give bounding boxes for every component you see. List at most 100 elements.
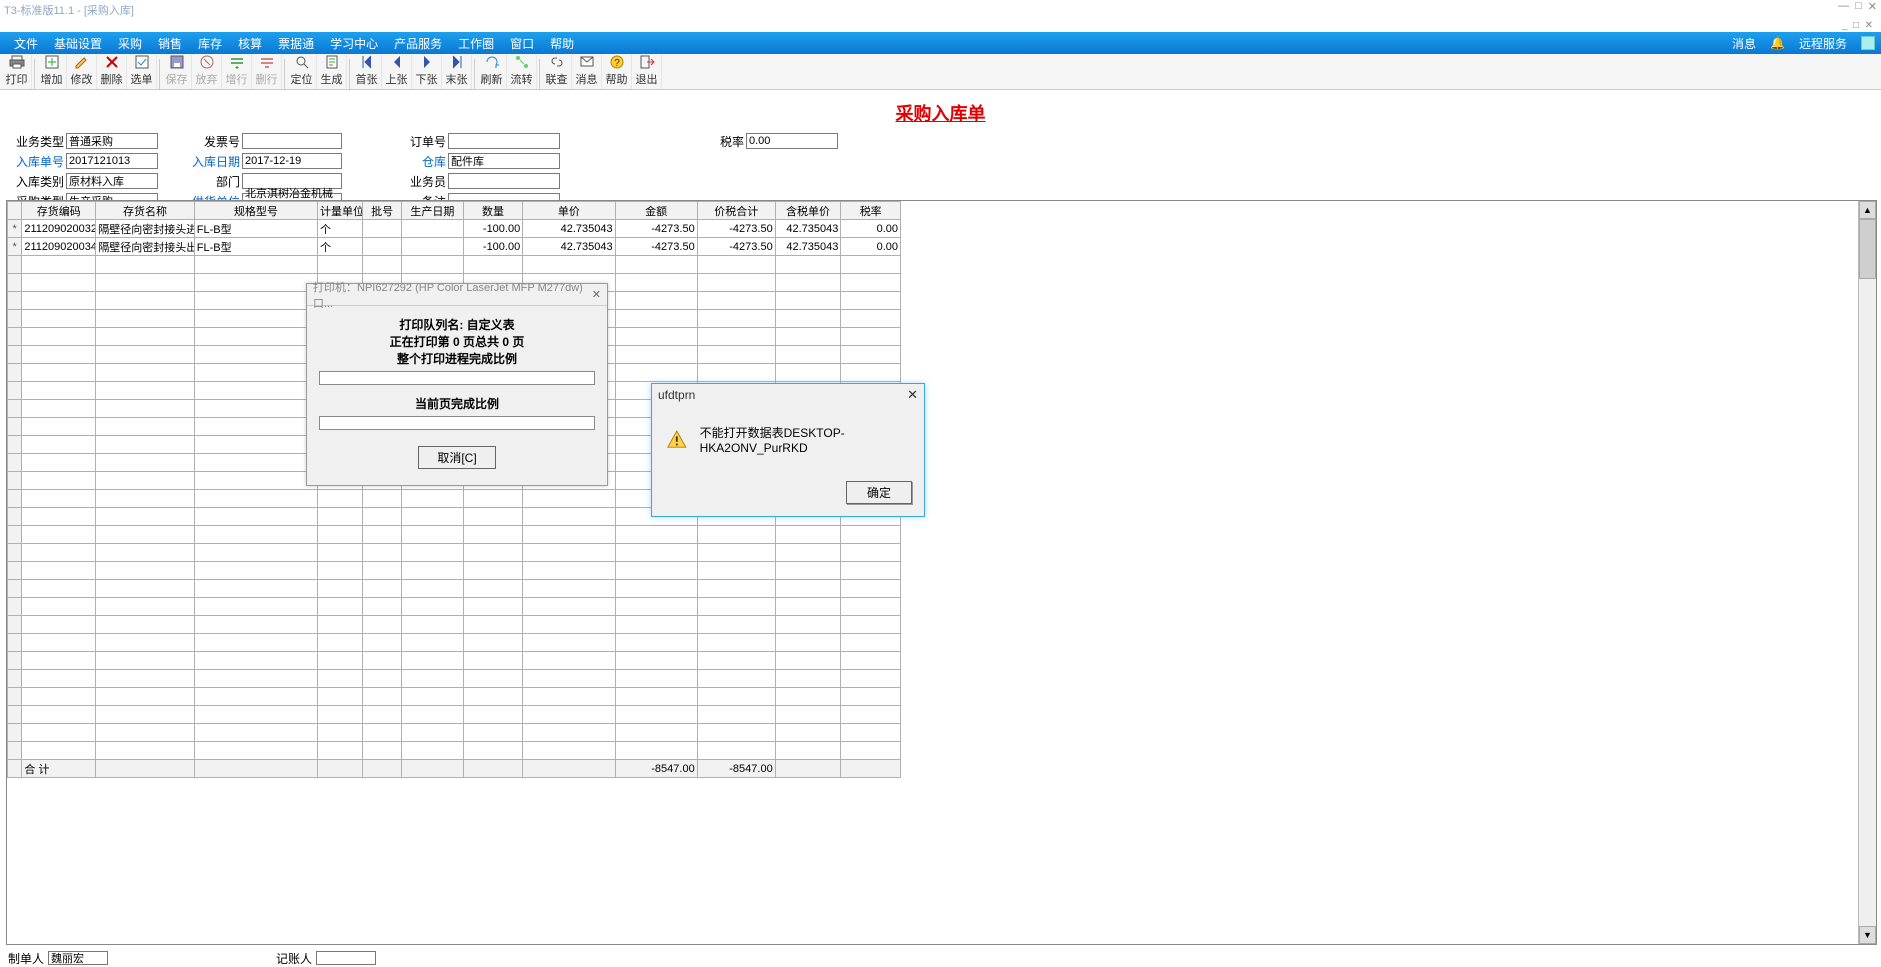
table-row-empty[interactable] xyxy=(8,634,901,652)
cell-tax_total[interactable]: -4273.50 xyxy=(697,220,775,238)
cell-pdate[interactable] xyxy=(402,238,464,256)
cell-tax_price[interactable]: 42.735043 xyxy=(775,238,841,256)
table-row-empty[interactable] xyxy=(8,598,901,616)
menu-0[interactable]: 文件 xyxy=(6,35,46,52)
toolbar-首张[interactable]: 首张 xyxy=(352,55,382,89)
cell-amount[interactable]: -4273.50 xyxy=(615,220,697,238)
col-header-存货名称[interactable]: 存货名称 xyxy=(96,202,195,220)
scroll-thumb[interactable] xyxy=(1859,219,1876,279)
toolbar-删除[interactable]: 删除 xyxy=(97,55,127,89)
error-ok-button[interactable]: 确定 xyxy=(846,481,912,504)
cell-batch[interactable] xyxy=(363,220,402,238)
menu-7[interactable]: 学习中心 xyxy=(322,35,386,52)
col-header-批号[interactable]: 批号 xyxy=(363,202,402,220)
cell-spec[interactable]: FL-B型 xyxy=(194,220,317,238)
cell-code[interactable]: 211209020034 xyxy=(22,238,96,256)
field-input-入库单号[interactable]: 2017121013 xyxy=(66,153,158,169)
menu-8[interactable]: 产品服务 xyxy=(386,35,450,52)
cell-price[interactable]: 42.735043 xyxy=(523,220,615,238)
maximize-icon[interactable]: □ xyxy=(1855,0,1862,13)
toolbar-定位[interactable]: 定位 xyxy=(287,55,317,89)
cell-batch[interactable] xyxy=(363,238,402,256)
toolbar-打印[interactable]: 打印 xyxy=(2,55,32,89)
col-header-mark[interactable] xyxy=(8,202,22,220)
toolbar-生成[interactable]: 生成 xyxy=(317,55,347,89)
data-grid[interactable]: 存货编码存货名称规格型号计量单位批号生产日期数量单价金额价税合计含税单价税率*2… xyxy=(6,200,1877,945)
cell-amount[interactable]: -4273.50 xyxy=(615,238,697,256)
table-row-empty[interactable] xyxy=(8,670,901,688)
field-label-入库单号[interactable]: 入库单号 xyxy=(10,153,66,170)
field-label-入库日期[interactable]: 入库日期 xyxy=(186,153,242,170)
toolbar-帮助[interactable]: ?帮助 xyxy=(602,55,632,89)
cell-name[interactable]: 隔壁径向密封接头出口 xyxy=(96,238,195,256)
field-label-仓库[interactable]: 仓库 xyxy=(392,153,448,170)
field-input-发票号[interactable] xyxy=(242,133,342,149)
col-header-规格型号[interactable]: 规格型号 xyxy=(194,202,317,220)
toolbar-消息[interactable]: 消息 xyxy=(572,55,602,89)
cell-code[interactable]: 211209020032 xyxy=(22,220,96,238)
cell-qty[interactable]: -100.00 xyxy=(463,220,523,238)
toolbar-选单[interactable]: 选单 xyxy=(127,55,157,89)
cell-tax_total[interactable]: -4273.50 xyxy=(697,238,775,256)
cell-tax_rate[interactable]: 0.00 xyxy=(841,238,901,256)
field-input-仓库[interactable]: 配件库 xyxy=(448,153,560,169)
print-dialog-close-icon[interactable]: ✕ xyxy=(592,288,601,301)
table-row-empty[interactable] xyxy=(8,562,901,580)
col-header-单价[interactable]: 单价 xyxy=(523,202,615,220)
cell-price[interactable]: 42.735043 xyxy=(523,238,615,256)
toolbar-下张[interactable]: 下张 xyxy=(412,55,442,89)
menu-9[interactable]: 工作圈 xyxy=(450,35,502,52)
col-header-价税合计[interactable]: 价税合计 xyxy=(697,202,775,220)
table-row-empty[interactable] xyxy=(8,652,901,670)
cell-unit[interactable]: 个 xyxy=(317,220,362,238)
menu-2[interactable]: 采购 xyxy=(110,35,150,52)
col-header-存货编码[interactable]: 存货编码 xyxy=(22,202,96,220)
table-row-empty[interactable] xyxy=(8,526,901,544)
table-row-empty[interactable] xyxy=(8,256,901,274)
menu-6[interactable]: 票据通 xyxy=(270,35,322,52)
print-dialog-titlebar[interactable]: 打印机：NPI627292 (HP Color LaserJet MFP M27… xyxy=(307,284,607,306)
cell-mark[interactable]: * xyxy=(8,220,22,238)
menu-5[interactable]: 核算 xyxy=(230,35,270,52)
vertical-scrollbar[interactable]: ▲ ▼ xyxy=(1858,201,1876,944)
field-input-业务员[interactable] xyxy=(448,173,560,189)
field-input-入库类别[interactable]: 原材料入库 xyxy=(66,173,158,189)
error-dialog-titlebar[interactable]: ufdtprn ✕ xyxy=(652,384,924,406)
table-row-empty[interactable] xyxy=(8,742,901,760)
toolbar-修改[interactable]: 修改 xyxy=(67,55,97,89)
error-dialog-close-icon[interactable]: ✕ xyxy=(907,387,918,403)
table-row-empty[interactable] xyxy=(8,580,901,598)
table-row[interactable]: *211209020032隔壁径向密封接头进口FL-B型个-100.0042.7… xyxy=(8,220,901,238)
minimize-icon[interactable]: — xyxy=(1838,0,1849,13)
menu-10[interactable]: 窗口 xyxy=(502,35,542,52)
field-input-订单号[interactable] xyxy=(448,133,560,149)
cell-name[interactable]: 隔壁径向密封接头进口 xyxy=(96,220,195,238)
toolbar-增加[interactable]: 增加 xyxy=(37,55,67,89)
field-input-业务类型[interactable]: 普通采购 xyxy=(66,133,158,149)
col-header-生产日期[interactable]: 生产日期 xyxy=(402,202,464,220)
table-row[interactable]: *211209020034隔壁径向密封接头出口FL-B型个-100.0042.7… xyxy=(8,238,901,256)
cell-mark[interactable]: * xyxy=(8,238,22,256)
menu-messages[interactable]: 消息 xyxy=(1724,35,1764,52)
menu-11[interactable]: 帮助 xyxy=(542,35,582,52)
table-row-empty[interactable] xyxy=(8,616,901,634)
table-row-empty[interactable] xyxy=(8,724,901,742)
field-input-入库日期[interactable]: 2017-12-19 xyxy=(242,153,342,169)
cell-qty[interactable]: -100.00 xyxy=(463,238,523,256)
cell-tax_price[interactable]: 42.735043 xyxy=(775,220,841,238)
toolbar-上张[interactable]: 上张 xyxy=(382,55,412,89)
close-icon[interactable]: ✕ xyxy=(1868,0,1877,13)
toolbar-流转[interactable]: 流转 xyxy=(507,55,537,89)
toolbar-末张[interactable]: 末张 xyxy=(442,55,472,89)
cell-pdate[interactable] xyxy=(402,220,464,238)
col-header-含税单价[interactable]: 含税单价 xyxy=(775,202,841,220)
menu-3[interactable]: 销售 xyxy=(150,35,190,52)
toolbar-刷新[interactable]: 刷新 xyxy=(477,55,507,89)
col-header-数量[interactable]: 数量 xyxy=(463,202,523,220)
col-header-税率[interactable]: 税率 xyxy=(841,202,901,220)
table-row-empty[interactable] xyxy=(8,706,901,724)
table-row-empty[interactable] xyxy=(8,544,901,562)
field-input-税率[interactable]: 0.00 xyxy=(746,133,838,149)
col-header-计量单位[interactable]: 计量单位 xyxy=(317,202,362,220)
print-cancel-button[interactable]: 取消[C] xyxy=(418,446,495,469)
